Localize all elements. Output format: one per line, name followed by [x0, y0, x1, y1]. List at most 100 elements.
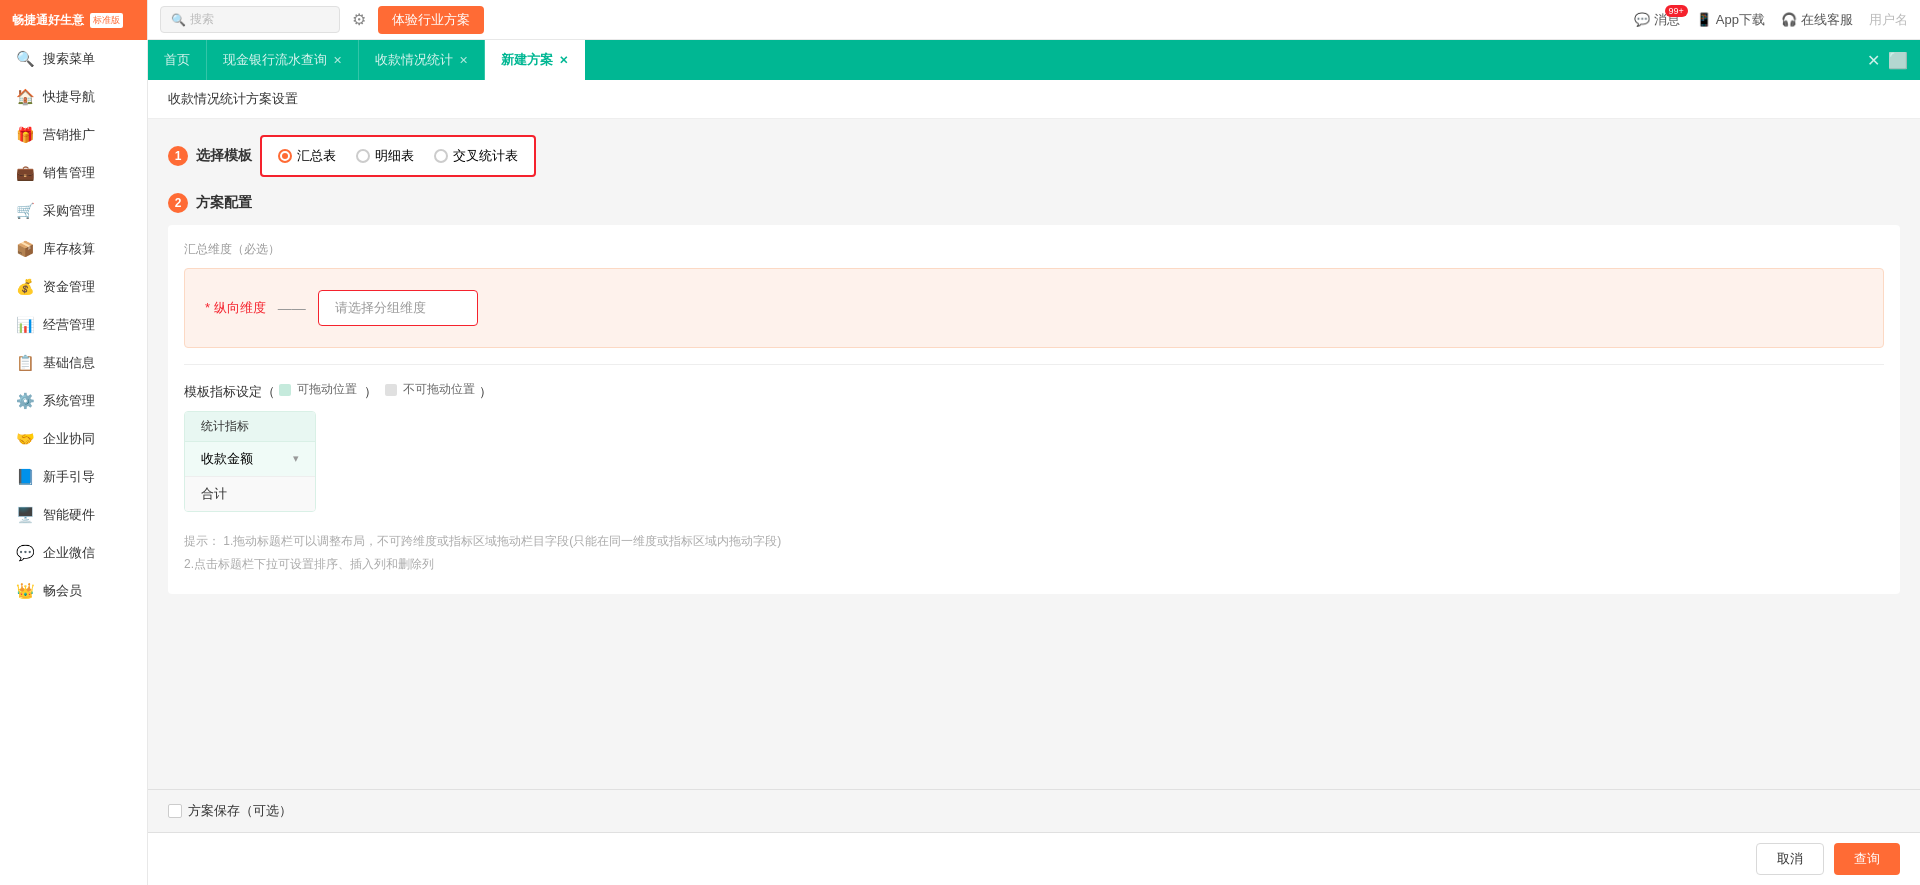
radio-detail-circle [356, 149, 370, 163]
radio-detail-label: 明细表 [375, 147, 414, 165]
briefcase-icon: 💼 [16, 164, 35, 182]
sidebar-item-label: 新手引导 [43, 468, 95, 486]
page-content: 收款情况统计方案设置 1 选择模板 汇总表 [148, 80, 1920, 885]
box-icon: 📦 [16, 240, 35, 258]
tab-new-plan-close[interactable]: ✕ [559, 54, 568, 67]
template-radio-group: 汇总表 明细表 交叉统计表 [278, 147, 518, 165]
book-icon: 📘 [16, 468, 35, 486]
dimension-section: 汇总维度（必选） * 纵向维度 —— 请选择分组维度 [184, 241, 1884, 348]
action-bar: 取消 查询 [148, 832, 1920, 885]
page-body: 1 选择模板 汇总表 明细表 [148, 119, 1920, 789]
sidebar-item-guide[interactable]: 📘 新手引导 [0, 458, 147, 496]
industry-btn[interactable]: 体验行业方案 [378, 6, 484, 34]
indicators-label: 模板指标设定（ 可拖动位置 ） 不可拖动位置 ） [184, 381, 492, 401]
tab-new-plan[interactable]: 新建方案 ✕ [485, 40, 585, 80]
radio-cross[interactable]: 交叉统计表 [434, 147, 518, 165]
money-icon: 💰 [16, 278, 35, 296]
tab-new-plan-label: 新建方案 [501, 51, 553, 69]
user-label: 用户名 [1869, 11, 1908, 29]
legend-draggable: 可拖动位置 [279, 381, 357, 398]
indicator-table-header: 统计指标 [185, 412, 315, 442]
settings-icon[interactable]: ⚙ [352, 10, 366, 29]
sidebar-item-label: 企业协同 [43, 430, 95, 448]
clipboard-icon: 📋 [16, 354, 35, 372]
indicators-header: 模板指标设定（ 可拖动位置 ） 不可拖动位置 ） [184, 381, 1884, 401]
sidebar-item-cooperation[interactable]: 🤝 企业协同 [0, 420, 147, 458]
tab-bank-flow[interactable]: 现金银行流水查询 ✕ [207, 40, 359, 80]
tab-receipt-stats-close[interactable]: ✕ [459, 54, 468, 67]
search-box[interactable]: 🔍 搜索 [160, 6, 340, 33]
indicator-cell-label: 收款金额 [201, 450, 253, 468]
tab-home-label: 首页 [164, 51, 190, 69]
service-item[interactable]: 🎧 在线客服 [1781, 11, 1853, 29]
sidebar-item-label: 经营管理 [43, 316, 95, 334]
sidebar-item-system[interactable]: ⚙️ 系统管理 [0, 382, 147, 420]
indicator-row-label-text: 合计 [201, 486, 227, 501]
maximize-icon[interactable]: ⬜ [1888, 51, 1908, 70]
tab-actions: ✕ ⬜ [1855, 51, 1920, 70]
download-item[interactable]: 📱 App下载 [1696, 11, 1765, 29]
tab-receipt-stats[interactable]: 收款情况统计 ✕ [359, 40, 485, 80]
topbar: 🔍 搜索 ⚙ 体验行业方案 💬 消息 99+ 📱 App下载 🎧 在线客服 用户… [148, 0, 1920, 40]
hints-section: 提示： 1.拖动标题栏可以调整布局，不可跨维度或指标区域拖动栏目字段(只能在同一… [184, 531, 1884, 576]
save-checkbox[interactable] [168, 804, 182, 818]
radio-cross-label: 交叉统计表 [453, 147, 518, 165]
home-icon: 🏠 [16, 88, 35, 106]
sidebar-item-label: 营销推广 [43, 126, 95, 144]
save-label: 方案保存（可选） [188, 802, 292, 820]
download-label: App下载 [1716, 11, 1765, 29]
legend-draggable-label: 可拖动位置 [297, 381, 357, 398]
sidebar-item-purchase[interactable]: 🛒 采购管理 [0, 192, 147, 230]
radio-detail[interactable]: 明细表 [356, 147, 414, 165]
save-checkbox-item[interactable]: 方案保存（可选） [168, 802, 292, 820]
cart-icon: 🛒 [16, 202, 35, 220]
indicator-table-header-label: 统计指标 [201, 419, 249, 433]
sidebar-item-sales[interactable]: 💼 销售管理 [0, 154, 147, 192]
message-item[interactable]: 💬 消息 99+ [1634, 11, 1680, 29]
sidebar-item-member[interactable]: 👑 畅会员 [0, 572, 147, 610]
indicator-cell-amount[interactable]: 收款金额 ▾ [185, 442, 315, 476]
logo-text: 畅捷通好生意 [12, 12, 84, 29]
breadcrumb: 收款情况统计方案设置 [168, 91, 298, 106]
sidebar-item-label: 库存核算 [43, 240, 95, 258]
sidebar-item-label: 畅会员 [43, 582, 82, 600]
search-menu-icon: 🔍 [16, 50, 35, 68]
sidebar-item-basic[interactable]: 📋 基础信息 [0, 344, 147, 382]
sidebar-item-label: 资金管理 [43, 278, 95, 296]
dim-input[interactable]: 请选择分组维度 [318, 290, 478, 326]
cancel-button[interactable]: 取消 [1756, 843, 1824, 875]
radio-summary[interactable]: 汇总表 [278, 147, 336, 165]
service-label: 在线客服 [1801, 11, 1853, 29]
step2-header: 2 方案配置 [168, 193, 1900, 213]
tab-bank-flow-close[interactable]: ✕ [333, 54, 342, 67]
sidebar-item-wechat[interactable]: 💬 企业微信 [0, 534, 147, 572]
legend-fixed: 不可拖动位置 [385, 381, 475, 398]
sidebar-item-label: 企业微信 [43, 544, 95, 562]
download-icon: 📱 [1696, 12, 1712, 27]
sidebar-item-quick-nav[interactable]: 🏠 快捷导航 [0, 78, 147, 116]
legend-fixed-label: 不可拖动位置 [403, 381, 475, 398]
indicator-row-total: 合计 [185, 476, 315, 511]
close-window-icon[interactable]: ✕ [1867, 51, 1880, 70]
step1-section: 1 选择模板 汇总表 明细表 [168, 135, 1900, 177]
tab-bank-flow-label: 现金银行流水查询 [223, 51, 327, 69]
sidebar-item-hardware[interactable]: 🖥️ 智能硬件 [0, 496, 147, 534]
sidebar-item-label: 销售管理 [43, 164, 95, 182]
sidebar-item-operation[interactable]: 📊 经营管理 [0, 306, 147, 344]
sidebar-item-finance[interactable]: 💰 资金管理 [0, 268, 147, 306]
draggable-dot [279, 384, 291, 396]
sidebar-item-marketing[interactable]: 🎁 营销推广 [0, 116, 147, 154]
radio-summary-label: 汇总表 [297, 147, 336, 165]
query-button[interactable]: 查询 [1834, 843, 1900, 875]
sidebar-item-label: 快捷导航 [43, 88, 95, 106]
tab-home[interactable]: 首页 [148, 40, 207, 80]
sidebar-item-search-menu[interactable]: 🔍 搜索菜单 [0, 40, 147, 78]
sidebar-item-label: 搜索菜单 [43, 50, 95, 68]
radio-summary-circle [278, 149, 292, 163]
gift-icon: 🎁 [16, 126, 35, 144]
crown-icon: 👑 [16, 582, 35, 600]
sidebar-item-inventory[interactable]: 📦 库存核算 [0, 230, 147, 268]
user-item[interactable]: 用户名 [1869, 11, 1908, 29]
topbar-right: 💬 消息 99+ 📱 App下载 🎧 在线客服 用户名 [1634, 11, 1908, 29]
sidebar-item-label: 系统管理 [43, 392, 95, 410]
